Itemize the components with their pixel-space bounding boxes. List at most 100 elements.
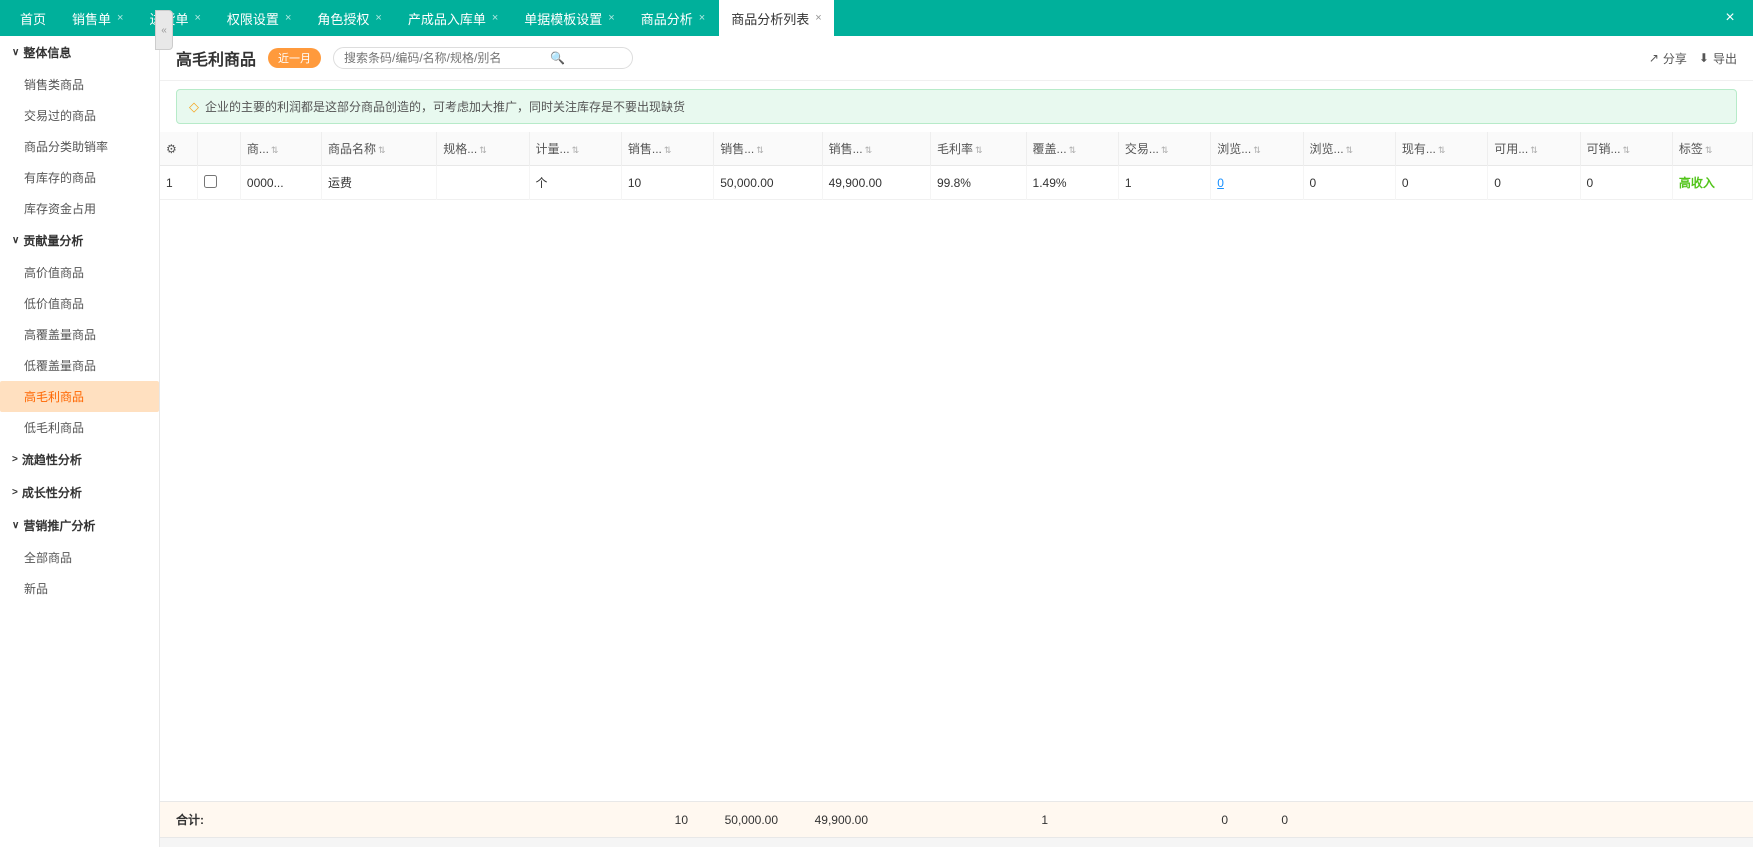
footer-cell-11: 1 [994, 813, 1054, 827]
footer-cell-15: 0 [1234, 813, 1294, 827]
footer-cell-8: 49,900.00 [784, 813, 874, 827]
table-header-transactions[interactable]: 交易...⇅ [1118, 132, 1210, 166]
search-icon[interactable]: 🔍 [550, 51, 565, 65]
sidebar-group-arrow-3: > [12, 487, 18, 498]
table-cell-0-views1[interactable]: 0 [1211, 166, 1303, 200]
nav-tab-6[interactable]: 单据模板设置× [512, 0, 626, 36]
sidebar-group-4: ∨营销推广分析全部商品新品 [0, 509, 159, 604]
table-cell-0-spec [437, 166, 529, 200]
nav-tab-close-8[interactable]: × [815, 12, 821, 24]
nav-tab-7[interactable]: 商品分析× [629, 0, 717, 36]
table-cell-0-tag: 高收入 [1672, 166, 1752, 200]
table-header-current_stock[interactable]: 现有...⇅ [1395, 132, 1487, 166]
sidebar-group-1: ∨贡献量分析高价值商品低价值商品高覆盖量商品低覆盖量商品高毛利商品低毛利商品 [0, 224, 159, 443]
table-cell-0-transactions: 1 [1118, 166, 1210, 200]
filter-recent-month-button[interactable]: 近一月 [268, 48, 321, 68]
sidebar-group-title-2[interactable]: >流趋性分析 [0, 443, 159, 476]
bottom-scrollbar[interactable] [160, 837, 1753, 847]
export-label: 导出 [1713, 50, 1737, 67]
table-cell-0-current_stock: 0 [1395, 166, 1487, 200]
table-header-available_stock[interactable]: 可用...⇅ [1488, 132, 1580, 166]
table-header-checkbox [198, 132, 240, 166]
nav-tab-close-1[interactable]: × [117, 12, 123, 24]
footer-cell-14: 0 [1174, 813, 1234, 827]
share-icon: ↗ [1649, 51, 1659, 65]
sidebar-item-4-1[interactable]: 新品 [0, 573, 159, 604]
nav-tab-close-5[interactable]: × [492, 12, 498, 24]
nav-tab-4[interactable]: 角色授权× [305, 0, 393, 36]
export-button[interactable]: ⬇ 导出 [1699, 50, 1737, 67]
sidebar-collapse-button[interactable]: « [155, 10, 173, 50]
top-navigation: 首页销售单×进货单×权限设置×角色授权×产成品入库单×单据模板设置×商品分析×商… [0, 0, 1753, 36]
sidebar-item-1-0[interactable]: 高价值商品 [0, 257, 159, 288]
table-cell-0-sellable: 0 [1580, 166, 1672, 200]
search-input[interactable] [344, 51, 544, 65]
table-header-name[interactable]: 商品名称⇅ [322, 132, 437, 166]
table-cell-0-unit: 个 [529, 166, 621, 200]
table-header-sales_cost[interactable]: 销售...⇅ [822, 132, 930, 166]
sidebar-item-1-2[interactable]: 高覆盖量商品 [0, 319, 159, 350]
sidebar-item-0-0[interactable]: 销售类商品 [0, 69, 159, 100]
nav-tab-5[interactable]: 产成品入库单× [396, 0, 510, 36]
table-cell-0-sales_amount: 50,000.00 [714, 166, 822, 200]
sidebar-group-arrow-4: ∨ [12, 520, 19, 531]
sidebar-group-title-1[interactable]: ∨贡献量分析 [0, 224, 159, 257]
nav-tab-3[interactable]: 权限设置× [215, 0, 303, 36]
sidebar-item-0-1[interactable]: 交易过的商品 [0, 100, 159, 131]
sidebar-group-2: >流趋性分析 [0, 443, 159, 476]
footer-total-label: 合计: [176, 811, 204, 828]
nav-tab-close-3[interactable]: × [285, 12, 291, 24]
table-cell-0-views2: 0 [1303, 166, 1395, 200]
nav-tab-1[interactable]: 销售单× [60, 0, 135, 36]
table-row[interactable]: 10000...运费个1050,000.0049,900.0099.8%1.49… [160, 166, 1753, 200]
table-header-code[interactable]: 商...⇅ [240, 132, 321, 166]
table-header-spec[interactable]: 规格...⇅ [437, 132, 529, 166]
sidebar-item-1-1[interactable]: 低价值商品 [0, 288, 159, 319]
table-header-tag[interactable]: 标签⇅ [1672, 132, 1752, 166]
table-container[interactable]: ⚙商...⇅商品名称⇅规格...⇅计量...⇅销售...⇅销售...⇅销售...… [160, 132, 1753, 801]
nav-tab-close-4[interactable]: × [375, 12, 381, 24]
search-box: 🔍 [333, 47, 633, 69]
sidebar-group-arrow-1: ∨ [12, 235, 19, 246]
sidebar-group-title-3[interactable]: >成长性分析 [0, 476, 159, 509]
footer-bar: 合计: 1050,000.0049,900.00100 [160, 801, 1753, 837]
table-header-sales_amount[interactable]: 销售...⇅ [714, 132, 822, 166]
sidebar-item-0-4[interactable]: 库存资金占用 [0, 193, 159, 224]
table-header-settings: ⚙ [160, 132, 198, 166]
table-cell-0-sales_cost: 49,900.00 [822, 166, 930, 200]
content-area: 高毛利商品 近一月 🔍 ↗ 分享 ⬇ 导出 ◇ 企业的主要的利润都是这部分商品创… [160, 36, 1753, 847]
tip-bar: ◇ 企业的主要的利润都是这部分商品创造的，可考虑加大推广，同时关注库存是不要出现… [176, 89, 1737, 124]
sidebar-group-title-0[interactable]: ∨整体信息 [0, 36, 159, 69]
sidebar-item-1-3[interactable]: 低覆盖量商品 [0, 350, 159, 381]
sidebar-item-0-3[interactable]: 有库存的商品 [0, 162, 159, 193]
table-cell-0-sales_qty: 10 [621, 166, 713, 200]
table-header-unit[interactable]: 计量...⇅ [529, 132, 621, 166]
table-header-views2[interactable]: 浏览...⇅ [1303, 132, 1395, 166]
page-title: 高毛利商品 [176, 46, 256, 70]
table-header-sales_qty[interactable]: 销售...⇅ [621, 132, 713, 166]
table-header-sellable[interactable]: 可销...⇅ [1580, 132, 1672, 166]
sidebar-item-0-2[interactable]: 商品分类助销率 [0, 131, 159, 162]
table-header-coverage[interactable]: 覆盖...⇅ [1026, 132, 1118, 166]
sidebar-item-1-5[interactable]: 低毛利商品 [0, 412, 159, 443]
table-header-views1[interactable]: 浏览...⇅ [1211, 132, 1303, 166]
nav-tab-2[interactable]: 进货单× [137, 0, 212, 36]
share-label: 分享 [1663, 50, 1687, 67]
header-actions: ↗ 分享 ⬇ 导出 [1649, 50, 1737, 67]
nav-tab-0[interactable]: 首页 [8, 0, 58, 36]
footer-cell-7: 50,000.00 [694, 813, 784, 827]
table-cell-0-settings: 1 [160, 166, 198, 200]
row-checkbox-0[interactable] [204, 175, 217, 188]
sidebar-item-4-0[interactable]: 全部商品 [0, 542, 159, 573]
share-button[interactable]: ↗ 分享 [1649, 50, 1687, 67]
table-header-gross_margin[interactable]: 毛利率⇅ [930, 132, 1026, 166]
sidebar-item-1-4[interactable]: 高毛利商品 [0, 381, 159, 412]
sidebar-group-title-4[interactable]: ∨营销推广分析 [0, 509, 159, 542]
nav-tab-close-7[interactable]: × [699, 12, 705, 24]
table-cell-0-gross_margin: 99.8% [930, 166, 1026, 200]
footer-values: 1050,000.0049,900.00100 [244, 813, 1737, 827]
nav-tab-close-6[interactable]: × [608, 12, 614, 24]
app-close-button[interactable]: × [1715, 3, 1745, 33]
nav-tab-close-2[interactable]: × [194, 12, 200, 24]
nav-tab-8[interactable]: 商品分析列表× [719, 0, 833, 36]
